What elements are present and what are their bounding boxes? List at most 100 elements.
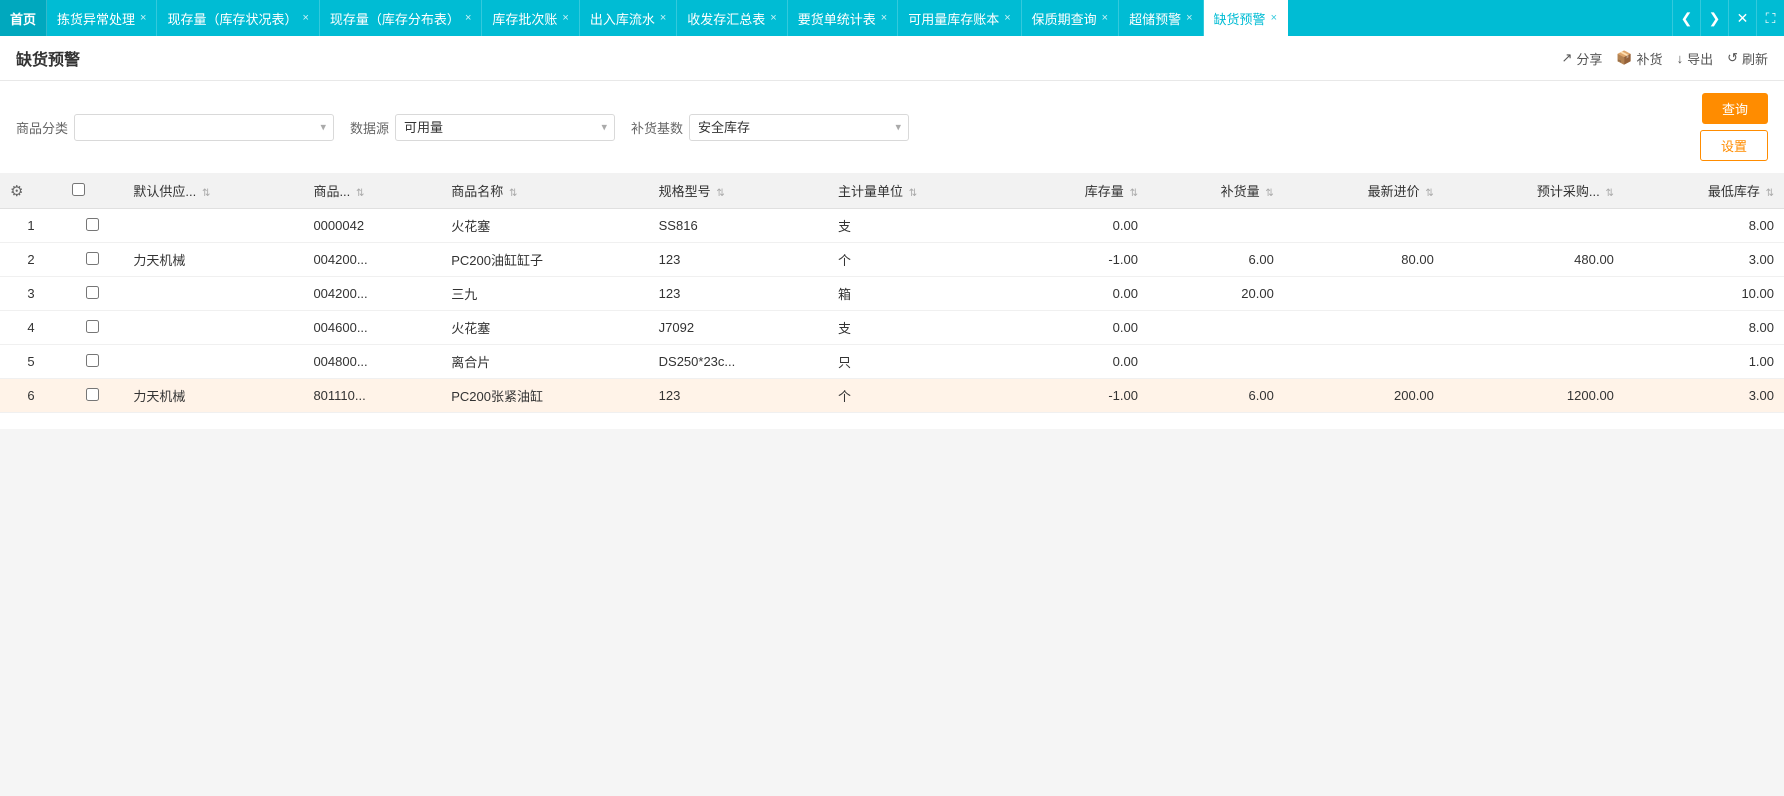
tab-close-icon-order-stat[interactable]: × — [881, 12, 887, 24]
nav-close-button[interactable]: ✕ — [1728, 0, 1756, 36]
row-checkbox[interactable] — [86, 388, 99, 401]
cell-product_name: 三九 — [441, 277, 648, 311]
top-navigation: 首页拣货异常处理×现存量（库存状况表）×现存量（库存分布表）×库存批次账×出入库… — [0, 0, 1784, 36]
nav-tab-order-stat[interactable]: 要货单统计表× — [788, 0, 898, 36]
nav-tab-avail-ledger[interactable]: 可用量库存账本× — [898, 0, 1021, 36]
row-settings-cell: 4 — [0, 311, 62, 345]
tab-close-icon-stock-status[interactable]: × — [302, 12, 308, 24]
row-checkbox[interactable] — [86, 354, 99, 367]
row-checkbox[interactable] — [86, 286, 99, 299]
cell-estimated_purchase — [1444, 209, 1624, 243]
cell-stock_qty: -1.00 — [1012, 379, 1148, 413]
export-button[interactable]: ↓ 导出 — [1677, 49, 1714, 68]
col-header-product_name[interactable]: 商品名称 ⇅ — [441, 173, 648, 209]
nav-tab-shortage-warn[interactable]: 缺货预警× — [1204, 0, 1288, 36]
export-label: 导出 — [1687, 49, 1713, 68]
cell-min_stock: 8.00 — [1624, 209, 1784, 243]
cell-product_code: 004200... — [303, 243, 441, 277]
cell-replenish_qty: 6.00 — [1148, 379, 1284, 413]
filter-bar: 商品分类 ▾ 数据源 可用量 ▾ 补货基数 安全库存 — [0, 81, 1784, 173]
tab-close-icon-batch-ledger[interactable]: × — [562, 12, 568, 24]
row-checkbox[interactable] — [86, 252, 99, 265]
row-checkbox-cell — [62, 345, 123, 379]
cell-stock_qty: 0.00 — [1012, 277, 1148, 311]
nav-expand-button[interactable]: ⛶ — [1756, 0, 1784, 36]
cell-product_code: 0000042 — [303, 209, 441, 243]
header-actions: ↗ 分享 📦 补货 ↓ 导出 ↺ 刷新 — [1561, 49, 1768, 68]
tab-close-icon-avail-ledger[interactable]: × — [1004, 12, 1010, 24]
nav-tab-batch-ledger[interactable]: 库存批次账× — [482, 0, 579, 36]
col-header-product_code[interactable]: 商品... ⇅ — [303, 173, 441, 209]
share-button[interactable]: ↗ 分享 — [1561, 49, 1602, 68]
export-icon: ↓ — [1677, 51, 1684, 66]
table-row: 2力天机械004200...PC200油缸缸子123个-1.006.0080.0… — [0, 243, 1784, 277]
category-select-wrapper: ▾ — [74, 114, 334, 141]
cell-estimated_purchase — [1444, 277, 1624, 311]
col-header-latest_price[interactable]: 最新进价 ⇅ — [1284, 173, 1444, 209]
col-header-replenish_qty[interactable]: 补货量 ⇅ — [1148, 173, 1284, 209]
replenish-base-select[interactable]: 安全库存 — [689, 114, 909, 141]
cell-replenish_qty: 20.00 — [1148, 277, 1284, 311]
refresh-icon: ↺ — [1727, 50, 1738, 66]
tab-close-icon-overstock-warn[interactable]: × — [1186, 12, 1192, 24]
cell-unit: 支 — [828, 311, 1012, 345]
row-settings-cell: 3 — [0, 277, 62, 311]
col-header-stock_qty[interactable]: 库存量 ⇅ — [1012, 173, 1148, 209]
cell-unit: 个 — [828, 243, 1012, 277]
replenish-button[interactable]: 📦 补货 — [1616, 49, 1662, 68]
nav-tab-stock-status[interactable]: 现存量（库存状况表）× — [157, 0, 319, 36]
datasource-filter-group: 数据源 可用量 ▾ — [350, 114, 615, 141]
category-select[interactable] — [74, 114, 334, 141]
sort-icon-latest_price: ⇅ — [1423, 188, 1434, 199]
sort-icon-estimated_purchase: ⇅ — [1603, 188, 1614, 199]
cell-stock_qty: 0.00 — [1012, 209, 1148, 243]
nav-tab-inout-flow[interactable]: 出入库流水× — [580, 0, 677, 36]
cell-spec: SS816 — [649, 209, 828, 243]
cell-latest_price — [1284, 277, 1444, 311]
sort-icon-product_code: ⇅ — [353, 188, 364, 199]
column-settings-button[interactable]: ⚙ — [10, 182, 23, 200]
tab-close-icon-stock-dist[interactable]: × — [465, 12, 471, 24]
nav-tab-home[interactable]: 首页 — [0, 0, 47, 36]
nav-tab-pick-error[interactable]: 拣货异常处理× — [47, 0, 157, 36]
row-checkbox[interactable] — [86, 218, 99, 231]
cell-default_supplier — [123, 345, 303, 379]
filter-bar-right: 查询 设置 — [1700, 93, 1768, 161]
refresh-label: 刷新 — [1742, 49, 1768, 68]
refresh-button[interactable]: ↺ 刷新 — [1727, 49, 1768, 68]
query-button[interactable]: 查询 — [1702, 93, 1768, 124]
cell-default_supplier — [123, 311, 303, 345]
share-icon: ↗ — [1561, 50, 1572, 66]
nav-controls: ❮ ❯ ✕ ⛶ — [1672, 0, 1784, 36]
replenish-base-filter-group: 补货基数 安全库存 ▾ — [631, 114, 909, 141]
col-header-estimated_purchase[interactable]: 预计采购... ⇅ — [1444, 173, 1624, 209]
cell-product_code: 004800... — [303, 345, 441, 379]
nav-prev-button[interactable]: ❮ — [1672, 0, 1700, 36]
nav-tab-stock-dist[interactable]: 现存量（库存分布表）× — [320, 0, 482, 36]
data-table: ⚙ 默认供应... ⇅商品... ⇅商品名称 ⇅规格型号 ⇅主计量单位 ⇅库存量 … — [0, 173, 1784, 413]
col-header-min_stock[interactable]: 最低库存 ⇅ — [1624, 173, 1784, 209]
tab-close-icon-recv-summary[interactable]: × — [770, 12, 776, 24]
page-header: 缺货预警 ↗ 分享 📦 补货 ↓ 导出 ↺ 刷新 — [0, 36, 1784, 81]
nav-tab-recv-summary[interactable]: 收发存汇总表× — [677, 0, 787, 36]
tab-close-icon-shortage-warn[interactable]: × — [1271, 12, 1277, 24]
nav-tab-expiry-query[interactable]: 保质期查询× — [1022, 0, 1119, 36]
row-checkbox-cell — [62, 209, 123, 243]
col-header-unit[interactable]: 主计量单位 ⇅ — [828, 173, 1012, 209]
tab-close-icon-pick-error[interactable]: × — [140, 12, 146, 24]
datasource-select[interactable]: 可用量 — [395, 114, 615, 141]
tab-close-icon-inout-flow[interactable]: × — [660, 12, 666, 24]
tab-close-icon-expiry-query[interactable]: × — [1102, 12, 1108, 24]
nav-next-button[interactable]: ❯ — [1700, 0, 1728, 36]
settings-button[interactable]: 设置 — [1700, 130, 1768, 161]
row-checkbox[interactable] — [86, 320, 99, 333]
select-all-checkbox[interactable] — [72, 183, 85, 196]
cell-min_stock: 3.00 — [1624, 379, 1784, 413]
cell-latest_price — [1284, 311, 1444, 345]
nav-tab-overstock-warn[interactable]: 超储预警× — [1119, 0, 1203, 36]
col-header-default_supplier[interactable]: 默认供应... ⇅ — [123, 173, 303, 209]
cell-product_name: PC200张紧油缸 — [441, 379, 648, 413]
page-container: 缺货预警 ↗ 分享 📦 补货 ↓ 导出 ↺ 刷新 商品分类 — [0, 36, 1784, 429]
row-settings-cell: 5 — [0, 345, 62, 379]
col-header-spec[interactable]: 规格型号 ⇅ — [649, 173, 828, 209]
